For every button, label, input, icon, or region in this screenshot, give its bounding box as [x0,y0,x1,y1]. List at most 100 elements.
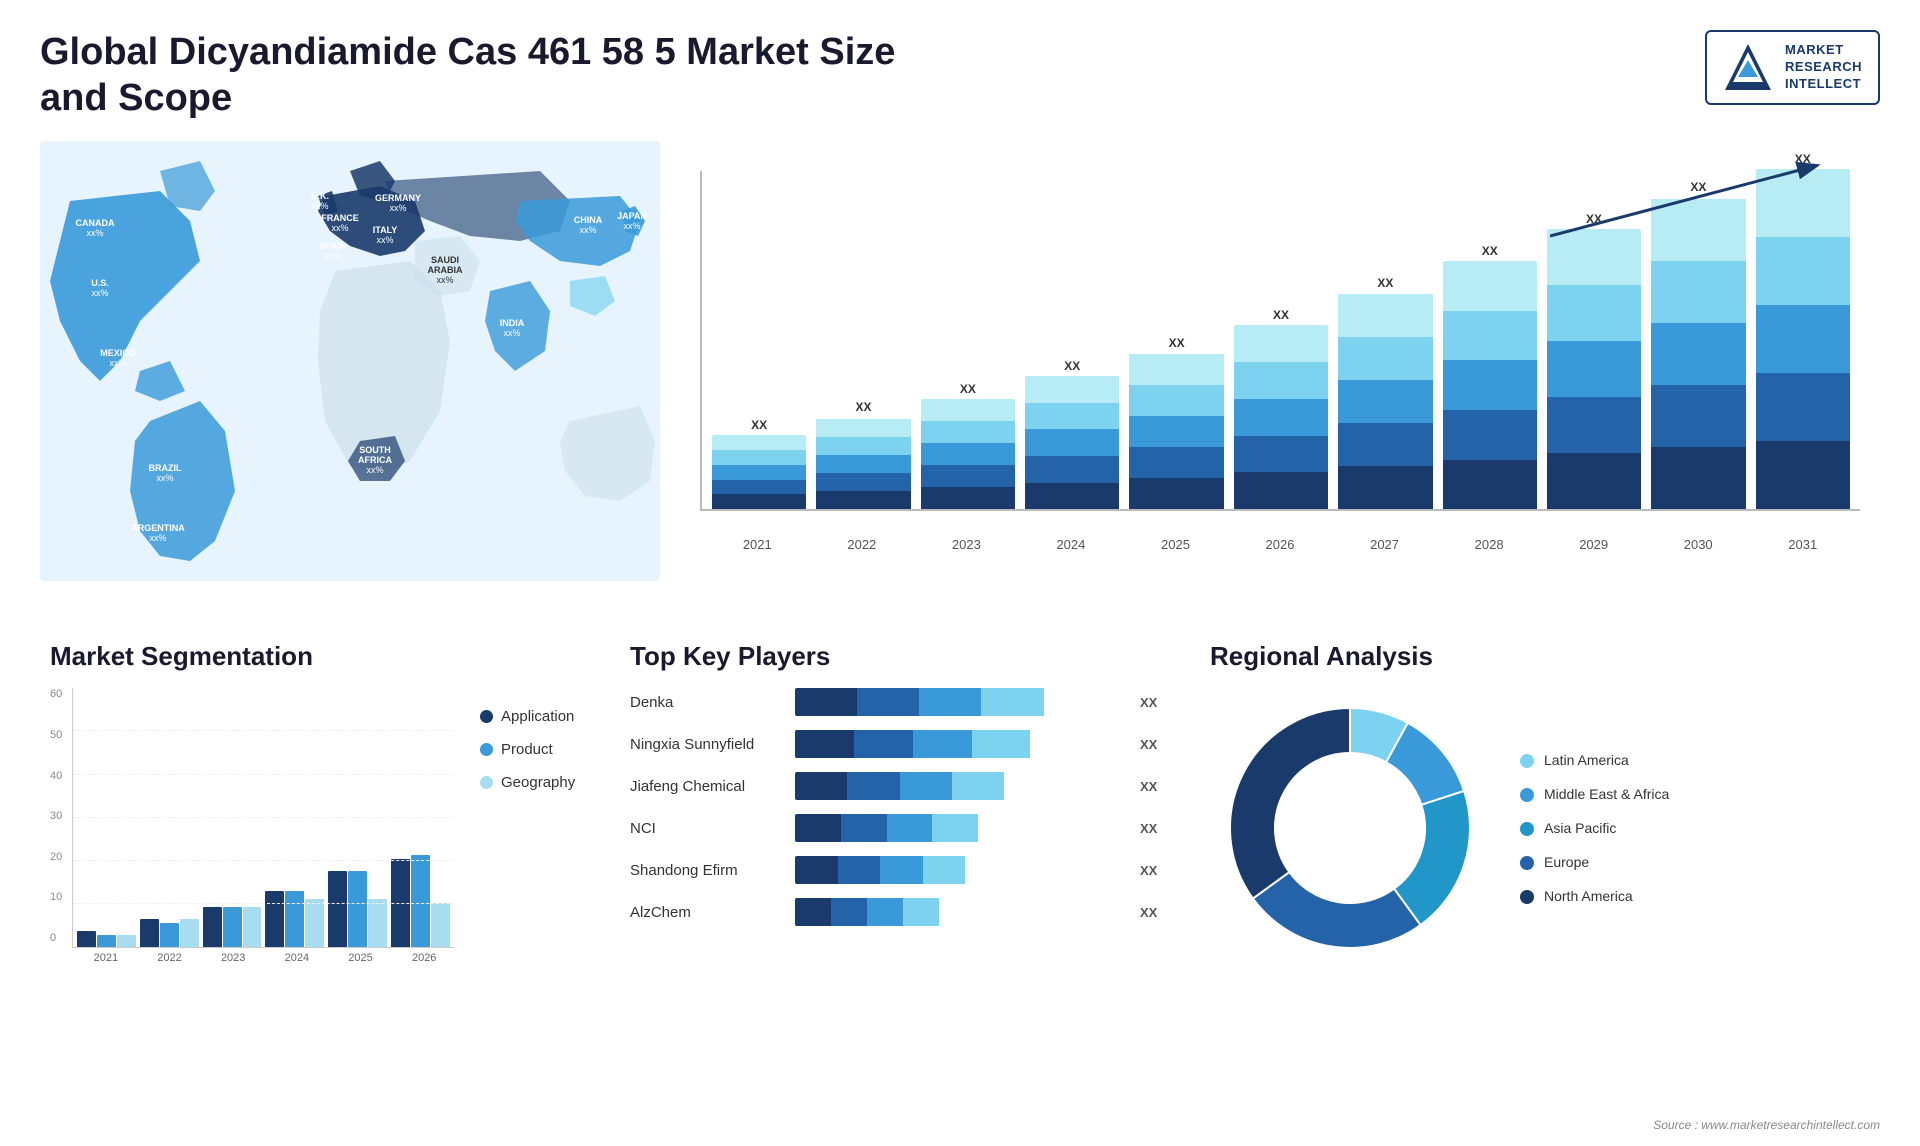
svg-text:xx%: xx% [109,358,126,368]
regional-legend-asia-pacific: Asia Pacific [1520,820,1669,836]
seg-bar-application-2026 [391,859,410,947]
growth-bar-2027: XX [1338,276,1432,509]
map-svg: CANADA xx% U.S. xx% MEXICO xx% BRAZIL xx… [40,141,660,581]
donut-seg-north-america [1230,708,1350,899]
player-row-1: Ningxia SunnyfieldXX [630,730,1170,758]
svg-text:xx%: xx% [91,288,108,298]
seg-bar-product-2024 [285,891,304,947]
seg-bar-application-2021 [77,931,96,947]
donut-seg-europe [1253,872,1421,948]
seg-legend-geography: Geography [480,774,590,791]
player-row-4: Shandong EfirmXX [630,856,1170,884]
svg-text:GERMANY: GERMANY [375,193,421,203]
growth-chart-section: XXXXXXXXXXXXXXXXXXXXXX 20212022202320242… [680,141,1880,621]
players-list: DenkaXX Ningxia SunnyfieldXX Jiafeng Chemi… [630,688,1170,926]
seg-bar-geography-2025 [368,899,387,947]
segmentation-title: Market Segmentation [50,641,590,672]
regional-legend-europe: Europe [1520,854,1669,870]
player-row-5: AlzChemXX [630,898,1170,926]
trend-arrow [1550,161,1830,241]
donut-wrap: Latin America Middle East & Africa Asia Pa… [1210,688,1870,973]
svg-text:ARGENTINA: ARGENTINA [131,523,185,533]
seg-bar-geography-2026 [431,903,450,947]
svg-text:MEXICO: MEXICO [100,348,136,358]
svg-text:CHINA: CHINA [574,215,603,225]
svg-text:xx%: xx% [331,223,348,233]
seg-bar-geography-2021 [117,935,136,947]
logo-text: MARKET RESEARCH INTELLECT [1785,42,1862,93]
regional-title: Regional Analysis [1210,641,1870,672]
players-section: Top Key Players DenkaXX Ningxia Sunnyfiel… [620,641,1180,973]
svg-text:xx%: xx% [436,275,453,285]
regional-legend-latin-america: Latin America [1520,752,1669,768]
donut-chart [1210,688,1490,973]
world-map-section: CANADA xx% U.S. xx% MEXICO xx% BRAZIL xx… [40,141,660,601]
growth-bar-2025: XX [1129,336,1223,509]
svg-text:xx%: xx% [311,201,328,211]
growth-bar-2022: XX [816,400,910,509]
svg-text:xx%: xx% [149,533,166,543]
svg-text:JAPAN: JAPAN [617,211,647,221]
regional-section: Regional Analysis Latin America Middle Ea… [1200,641,1880,973]
svg-text:CANADA: CANADA [76,218,115,228]
svg-text:SOUTH: SOUTH [359,445,391,455]
growth-bar-2028: XX [1443,244,1537,509]
svg-text:xx%: xx% [579,225,596,235]
seg-bar-product-2026 [411,855,430,947]
seg-bar-application-2024 [265,891,284,947]
svg-text:BRAZIL: BRAZIL [149,463,182,473]
regional-legend-north-america: North America [1520,888,1669,904]
svg-text:xx%: xx% [324,251,341,261]
player-row-2: Jiafeng ChemicalXX [630,772,1170,800]
seg-bar-geography-2023 [243,907,262,947]
growth-bar-2021: XX [712,418,806,509]
svg-text:ARABIA: ARABIA [428,265,463,275]
segmentation-section: Market Segmentation 0 10 20 30 40 50 60 [40,641,600,973]
svg-text:xx%: xx% [389,203,406,213]
svg-text:U.S.: U.S. [91,278,109,288]
svg-text:SPAIN: SPAIN [320,241,347,251]
svg-text:ITALY: ITALY [373,225,398,235]
svg-text:INDIA: INDIA [500,318,525,328]
seg-legend-application: Application [480,708,590,725]
header: Global Dicyandiamide Cas 461 58 5 Market… [40,30,1880,121]
svg-text:xx%: xx% [503,328,520,338]
svg-text:xx%: xx% [366,465,383,475]
svg-text:U.K.: U.K. [311,191,329,201]
growth-bar-2026: XX [1234,308,1328,509]
seg-bar-application-2022 [140,919,159,947]
svg-text:xx%: xx% [86,228,103,238]
seg-x-labels: 202120222023202420252026 [50,952,454,964]
svg-text:SAUDI: SAUDI [431,255,459,265]
growth-bar-2024: XX [1025,359,1119,509]
svg-text:xx%: xx% [156,473,173,483]
seg-legend: Application Product Geography [470,708,590,799]
player-row-3: NCIXX [630,814,1170,842]
page: Global Dicyandiamide Cas 461 58 5 Market… [0,0,1920,1146]
svg-text:xx%: xx% [376,235,393,245]
seg-bar-product-2023 [223,907,242,947]
seg-bar-product-2022 [160,923,179,947]
logo: MARKET RESEARCH INTELLECT [1705,30,1880,105]
logo-icon [1723,42,1773,92]
svg-text:FRANCE: FRANCE [321,213,359,223]
seg-bar-geography-2022 [180,919,199,947]
growth-bar-2029: XX [1547,212,1641,509]
seg-bars [72,688,454,948]
seg-bar-product-2021 [97,935,116,947]
seg-bar-application-2023 [203,907,222,947]
seg-legend-product: Product [480,741,590,758]
seg-bar-application-2025 [328,871,347,947]
player-row-0: DenkaXX [630,688,1170,716]
growth-x-labels: 2021202220232024202520262027202820292030… [700,531,1860,552]
seg-bar-geography-2024 [305,899,324,947]
source-text: Source : www.marketresearchintellect.com [1653,1118,1880,1132]
svg-text:xx%: xx% [623,221,640,231]
page-title: Global Dicyandiamide Cas 461 58 5 Market… [40,30,940,121]
regional-legend: Latin America Middle East & Africa Asia Pa… [1520,752,1669,910]
regional-legend-middle-east-&-africa: Middle East & Africa [1520,786,1669,802]
players-title: Top Key Players [630,641,1170,672]
svg-text:AFRICA: AFRICA [358,455,392,465]
seg-bar-product-2025 [348,871,367,947]
growth-bar-2023: XX [921,382,1015,509]
